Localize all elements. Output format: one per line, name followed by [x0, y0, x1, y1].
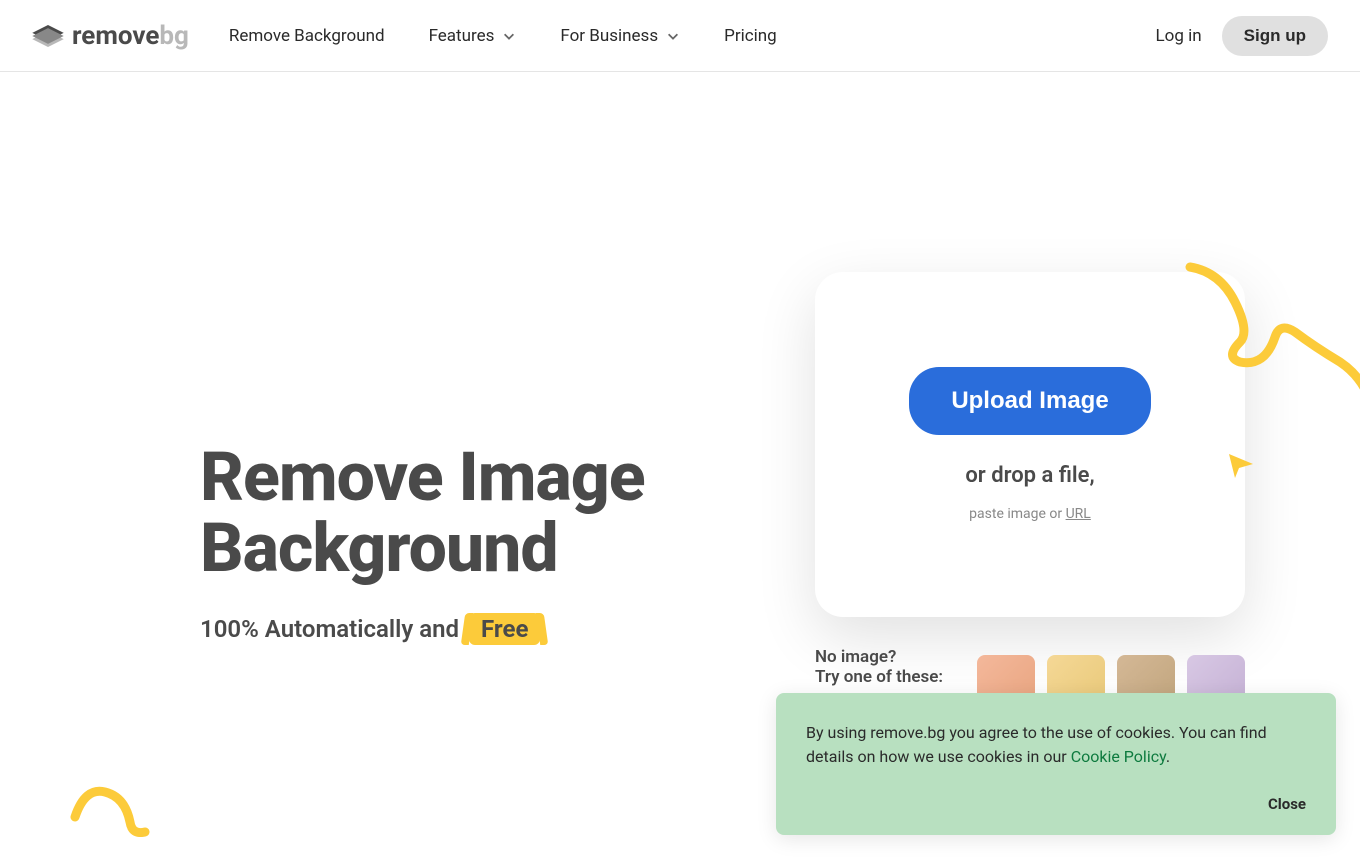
hero-title: Remove ImageBackground	[200, 442, 700, 585]
cookie-banner: By using remove.bg you agree to the use …	[776, 693, 1336, 835]
nav-remove-background[interactable]: Remove Background	[229, 26, 385, 46]
logo-text: removebg	[72, 21, 189, 51]
login-link[interactable]: Log in	[1156, 26, 1202, 46]
no-image-text: No image?	[815, 647, 943, 667]
paste-text: paste image or URL	[969, 506, 1091, 522]
squiggle-decoration-icon	[70, 777, 170, 837]
logo-icon	[32, 25, 64, 47]
cookie-text: By using remove.bg you agree to the use …	[806, 721, 1306, 769]
logo[interactable]: removebg	[32, 21, 189, 51]
paste-url-link[interactable]: URL	[1066, 506, 1091, 522]
try-text: Try one of these:	[815, 667, 943, 687]
chevron-down-icon	[666, 29, 680, 43]
nav-features[interactable]: Features	[429, 26, 517, 46]
cookie-policy-link[interactable]: Cookie Policy	[1071, 747, 1166, 766]
chevron-down-icon	[502, 29, 516, 43]
drop-file-text: or drop a file,	[965, 463, 1094, 488]
main-nav: Remove Background Features For Business …	[229, 26, 1156, 46]
hero-subtitle: 100% Automatically and Free	[200, 613, 700, 645]
nav-for-business[interactable]: For Business	[560, 26, 680, 46]
free-badge: Free	[469, 613, 540, 645]
nav-pricing[interactable]: Pricing	[724, 26, 777, 46]
cookie-close-button[interactable]: Close	[806, 795, 1306, 813]
squiggle-decoration-icon	[1180, 262, 1360, 482]
signup-button[interactable]: Sign up	[1222, 16, 1328, 56]
cursor-icon	[1227, 452, 1255, 480]
upload-image-button[interactable]: Upload Image	[909, 367, 1150, 435]
main-header: removebg Remove Background Features For …	[0, 0, 1360, 72]
hero-copy: Remove ImageBackground 100% Automaticall…	[200, 152, 700, 777]
auth-actions: Log in Sign up	[1156, 16, 1328, 56]
